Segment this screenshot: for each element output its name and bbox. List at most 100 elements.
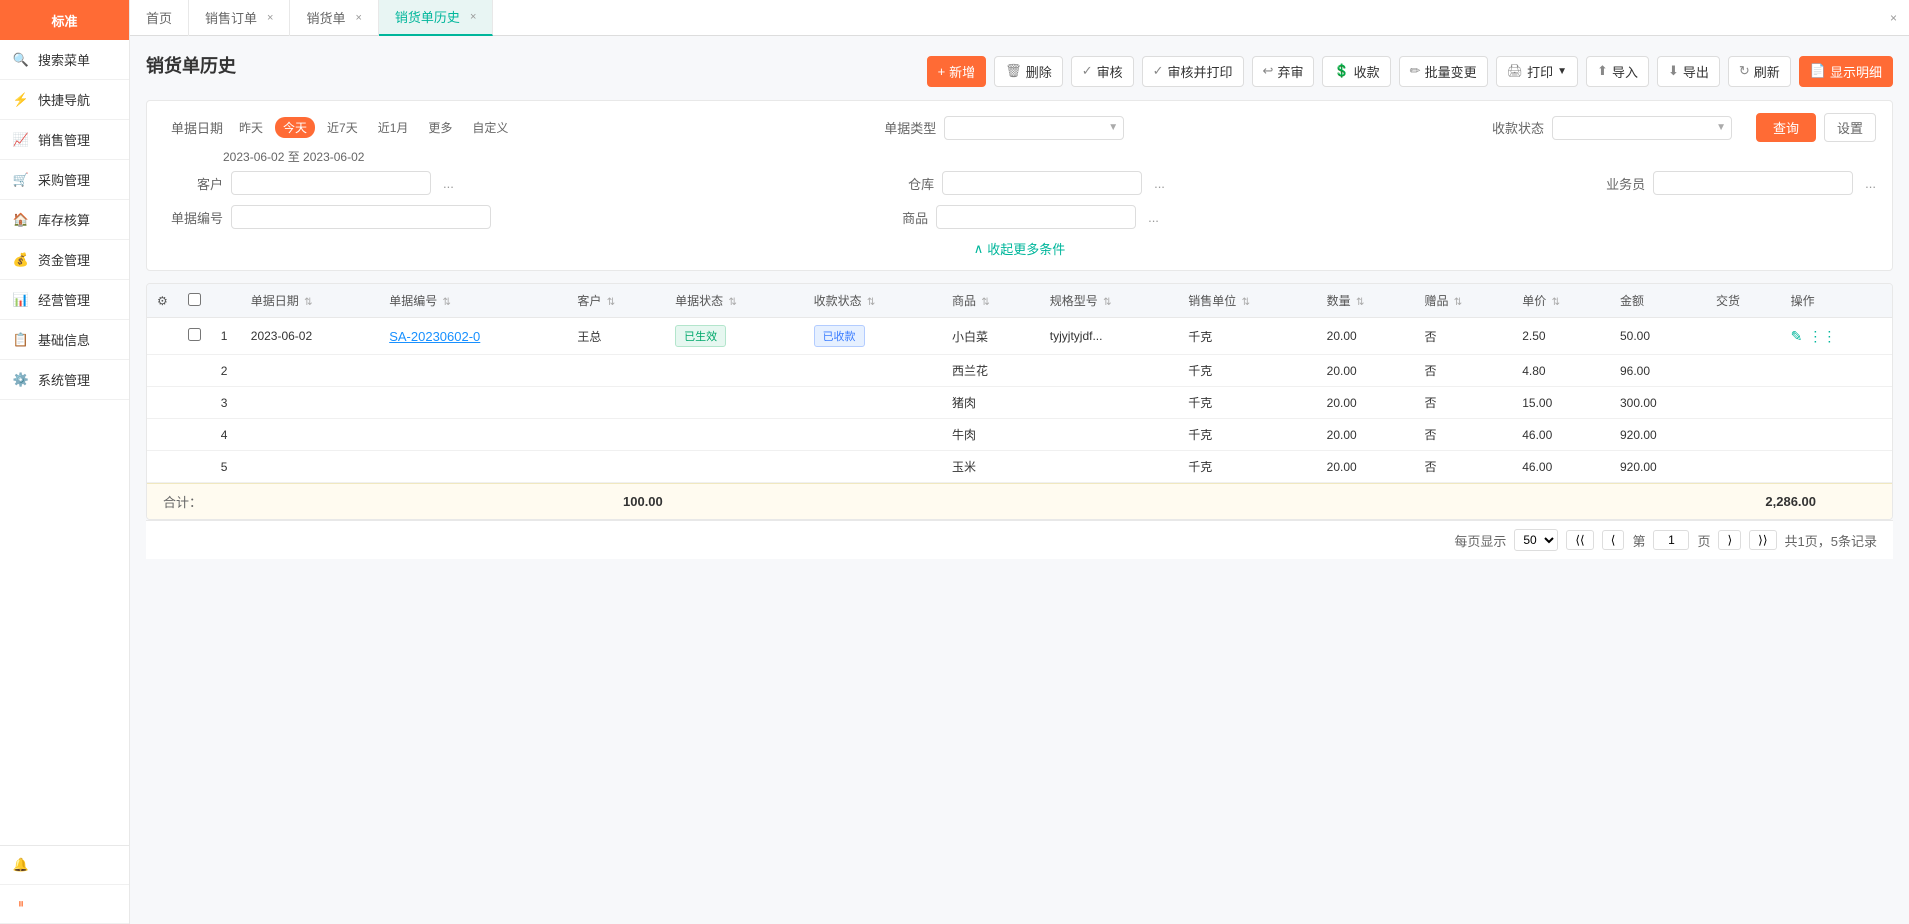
approve-button[interactable]: ✓ 审核 xyxy=(1071,56,1134,87)
add-button[interactable]: + 新增 xyxy=(927,56,987,87)
query-button[interactable]: 查询 xyxy=(1756,113,1816,142)
tab-sales-order[interactable]: 销售订单 × xyxy=(189,0,290,36)
select-all-checkbox[interactable] xyxy=(188,293,201,306)
filter-salesperson: 业务员 ... xyxy=(1585,171,1876,195)
doc-no-input[interactable] xyxy=(231,205,491,229)
salesperson-input[interactable] xyxy=(1653,171,1853,195)
main-area: 首页 销售订单 × 销货单 × 销货单历史 × × 销货单历史 + 新增 xyxy=(130,0,1909,924)
sidebar-item-search-menu[interactable]: 🔍 搜索菜单 xyxy=(0,40,129,80)
date-tab-last7[interactable]: 近7天 xyxy=(319,117,366,138)
th-collect-status[interactable]: 收款状态 ⇅ xyxy=(804,284,942,318)
sidebar-item-operations[interactable]: 📊 经营管理 xyxy=(0,280,129,320)
sidebar-label-search: 搜索菜单 xyxy=(38,50,90,69)
cell-collect-status xyxy=(804,451,942,483)
tab-sales-goods-close[interactable]: × xyxy=(355,12,361,24)
th-settings[interactable]: ⚙ xyxy=(147,284,178,318)
sidebar-item-inventory[interactable]: 🏠 库存核算 xyxy=(0,200,129,240)
per-page-select[interactable]: 50 xyxy=(1514,529,1558,551)
collect-label: 收款 xyxy=(1354,62,1380,81)
sidebar-item-quick-nav[interactable]: ⚡ 快捷导航 xyxy=(0,80,129,120)
page-number-input[interactable] xyxy=(1653,530,1689,550)
sidebar-item-sys-mgmt[interactable]: ⚙️ 系统管理 xyxy=(0,360,129,400)
cell-customer xyxy=(567,355,665,387)
sidebar-notify[interactable]: 🔔 xyxy=(0,846,129,885)
sidebar-item-sales-mgmt[interactable]: 📈 销售管理 xyxy=(0,120,129,160)
tab-sales-history-close[interactable]: × xyxy=(470,11,476,23)
th-unit-price[interactable]: 单价 ⇅ xyxy=(1512,284,1610,318)
approve-print-label: 审核并打印 xyxy=(1168,62,1233,81)
tab-sales-history[interactable]: 销货单历史 × xyxy=(379,0,493,36)
th-spec[interactable]: 规格型号 ⇅ xyxy=(1040,284,1178,318)
refresh-button[interactable]: ↻ 刷新 xyxy=(1728,56,1791,87)
th-checkbox[interactable] xyxy=(178,284,211,318)
delete-button[interactable]: 🗑 删除 xyxy=(994,56,1063,87)
warehouse-dots[interactable]: ... xyxy=(1154,176,1165,191)
table-header-row: ⚙ 单据日期 ⇅ 单据编号 ⇅ 客户 ⇅ 单据状态 ⇅ 收款状态 ⇅ 商品 ⇅ … xyxy=(147,284,1892,318)
doc-type-select[interactable] xyxy=(944,116,1124,140)
print-button[interactable]: 🖨 打印 ▼ xyxy=(1496,56,1578,87)
discard-button[interactable]: ↩ 弃审 xyxy=(1252,56,1315,87)
cell-doc-date xyxy=(241,387,379,419)
th-customer[interactable]: 客户 ⇅ xyxy=(567,284,665,318)
close-all-tabs[interactable]: × xyxy=(1878,11,1909,25)
sidebar-item-basic-info[interactable]: 📋 基础信息 xyxy=(0,320,129,360)
customer-dots[interactable]: ... xyxy=(443,176,454,191)
tab-sales-order-close[interactable]: × xyxy=(267,12,273,24)
th-goods[interactable]: 商品 ⇅ xyxy=(942,284,1040,318)
next-page-btn[interactable]: ⟩ xyxy=(1718,530,1741,550)
edit-icon[interactable]: ✎ xyxy=(1791,328,1803,345)
date-tab-last1m[interactable]: 近1月 xyxy=(370,117,417,138)
doc-no-link[interactable]: SA-20230602-0 xyxy=(389,329,480,344)
goods-dots[interactable]: ... xyxy=(1148,210,1159,225)
quick-nav-icon: ⚡ xyxy=(12,91,30,109)
th-doc-status[interactable]: 单据状态 ⇅ xyxy=(665,284,803,318)
show-detail-button[interactable]: 📄 显示明细 xyxy=(1799,56,1893,87)
sidebar-pause[interactable]: ⏸ xyxy=(0,885,129,924)
filter-row-3: 单据编号 商品 ... xyxy=(163,205,1876,229)
collapse-button[interactable]: ∧ 收起更多条件 xyxy=(163,239,1876,258)
row-checkbox[interactable] xyxy=(188,328,201,341)
sidebar-item-finance[interactable]: 💰 资金管理 xyxy=(0,240,129,280)
goods-input[interactable] xyxy=(936,205,1136,229)
tab-sales-goods[interactable]: 销货单 × xyxy=(290,0,378,36)
collect-button[interactable]: 💲 收款 xyxy=(1322,56,1390,87)
export-button[interactable]: ⬇ 导出 xyxy=(1657,56,1720,87)
sort-goods-icon: ⇅ xyxy=(981,297,989,308)
cell-actions xyxy=(1781,355,1892,387)
cell-checkbox[interactable] xyxy=(178,318,211,355)
table-row: 2西兰花千克20.00否4.8096.00 xyxy=(147,355,1892,387)
date-tab-custom[interactable]: 自定义 xyxy=(464,117,516,138)
cell-actions xyxy=(1781,451,1892,483)
date-tab-yesterday[interactable]: 昨天 xyxy=(231,117,271,138)
prev-page-btn[interactable]: ⟨ xyxy=(1602,530,1625,550)
salesperson-dots[interactable]: ... xyxy=(1865,176,1876,191)
th-qty[interactable]: 数量 ⇅ xyxy=(1317,284,1415,318)
sidebar-item-purchase-mgmt[interactable]: 🛒 采购管理 xyxy=(0,160,129,200)
cell-goods: 猪肉 xyxy=(942,387,1040,419)
import-button[interactable]: ⬆ 导入 xyxy=(1586,56,1649,87)
sort-unit-price-icon: ⇅ xyxy=(1552,297,1560,308)
date-tab-more[interactable]: 更多 xyxy=(420,117,460,138)
th-doc-date[interactable]: 单据日期 ⇅ xyxy=(241,284,379,318)
delete-icon: 🗑 xyxy=(1005,63,1022,79)
tab-home[interactable]: 首页 xyxy=(130,0,189,36)
approve-label: 审核 xyxy=(1097,62,1123,81)
th-doc-no[interactable]: 单据编号 ⇅ xyxy=(379,284,567,318)
sidebar-label-sys-mgmt: 系统管理 xyxy=(38,370,90,389)
batch-change-button[interactable]: ✏ 批量变更 xyxy=(1399,56,1488,87)
th-unit[interactable]: 销售单位 ⇅ xyxy=(1178,284,1316,318)
batch-icon: ✏ xyxy=(1410,63,1421,79)
finance-icon: 💰 xyxy=(12,251,30,269)
collect-status-select[interactable] xyxy=(1552,116,1732,140)
more-icon[interactable]: ⋮⋮ xyxy=(1808,328,1836,345)
date-tab-today[interactable]: 今天 xyxy=(275,117,315,138)
cell-unit-price: 2.50 xyxy=(1512,318,1610,355)
last-page-btn[interactable]: ⟩⟩ xyxy=(1749,530,1776,550)
warehouse-input[interactable] xyxy=(942,171,1142,195)
customer-input[interactable] xyxy=(231,171,431,195)
first-page-btn[interactable]: ⟨⟨ xyxy=(1566,530,1593,550)
th-gift[interactable]: 赠品 ⇅ xyxy=(1414,284,1512,318)
approve-print-button[interactable]: ✓ 审核并打印 xyxy=(1142,56,1244,87)
row-actions: ✎ ⋮⋮ xyxy=(1791,328,1882,345)
settings-button[interactable]: 设置 xyxy=(1824,113,1876,142)
